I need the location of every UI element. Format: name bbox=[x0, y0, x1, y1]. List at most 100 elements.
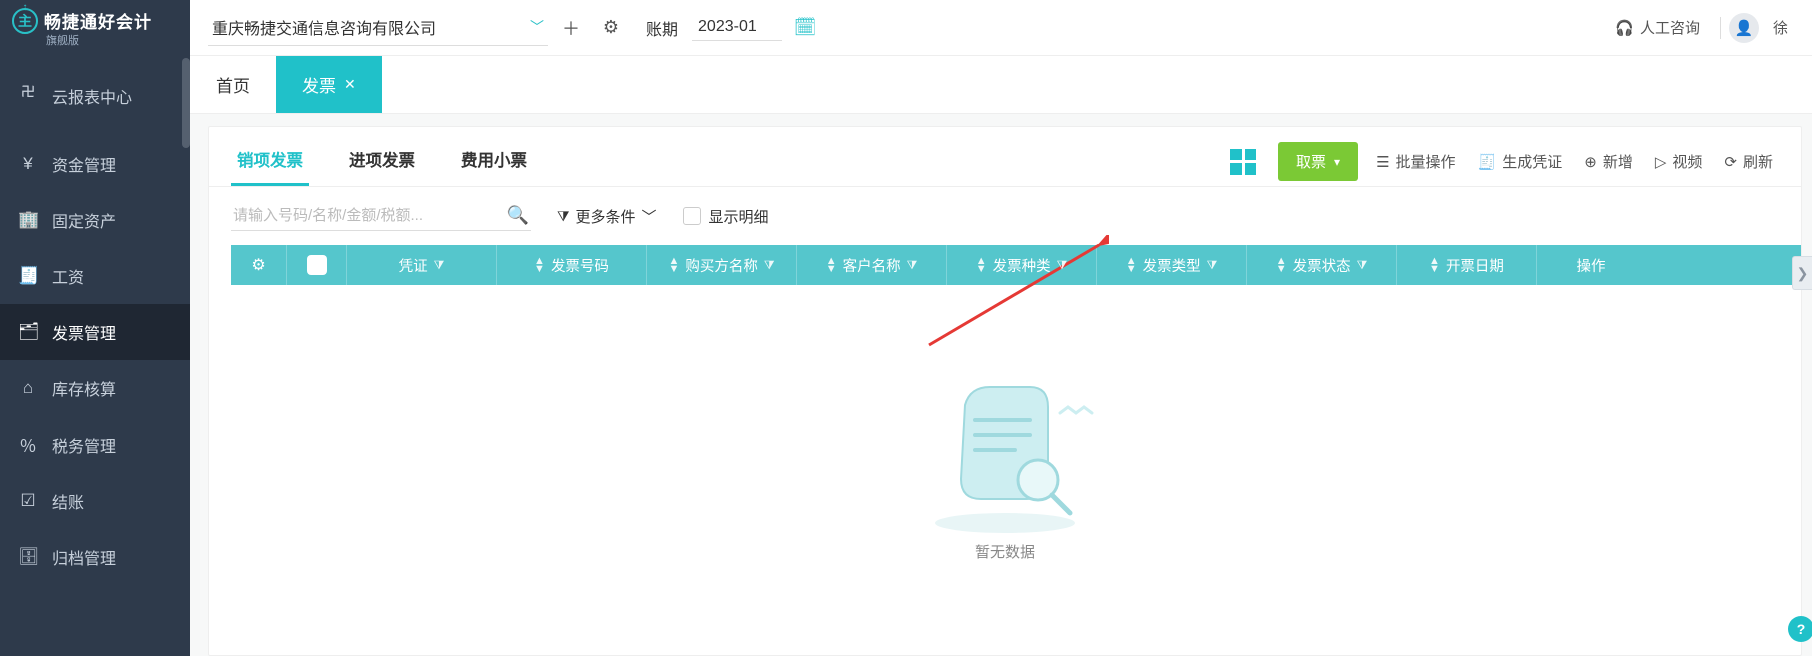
sidebar-item-tax[interactable]: ％ 税务管理 bbox=[0, 416, 190, 473]
support-label: 人工咨询 bbox=[1640, 17, 1700, 38]
gear-icon[interactable]: ⚙ bbox=[594, 11, 628, 45]
sort-icon[interactable]: ▲▼ bbox=[1126, 257, 1137, 273]
money-icon: ¥ bbox=[18, 154, 38, 174]
brand-name: 畅捷通好会计 bbox=[44, 8, 152, 33]
th-settings[interactable]: ⚙ bbox=[231, 245, 287, 285]
sort-icon[interactable]: ▲▼ bbox=[1429, 257, 1440, 273]
search-icon[interactable]: 🔍 bbox=[507, 205, 529, 226]
calendar-icon[interactable]: 🗓 bbox=[788, 11, 822, 45]
filter-icon[interactable]: ⧩ bbox=[1057, 258, 1068, 273]
sidebar-item-label: 工资 bbox=[52, 264, 84, 288]
search-box[interactable]: 🔍 bbox=[231, 201, 531, 231]
th-customer[interactable]: ▲▼ 客户名称 ⧩ bbox=[797, 245, 947, 285]
sort-icon[interactable]: ▲▼ bbox=[976, 257, 987, 273]
sidebar-item-archive[interactable]: 🗄 归档管理 bbox=[0, 529, 190, 585]
th-voucher[interactable]: 凭证 ⧩ bbox=[347, 245, 497, 285]
tab-label: 发票 bbox=[302, 72, 336, 97]
filter-icon[interactable]: ⧩ bbox=[1207, 258, 1218, 273]
brand-subtitle: 旗舰版 bbox=[46, 32, 79, 48]
sidebar-scrollbar[interactable] bbox=[182, 58, 190, 148]
filter-icon[interactable]: ⧩ bbox=[907, 258, 918, 273]
sidebar-item-assets[interactable]: 🏢 固定资产 bbox=[0, 192, 190, 248]
help-bubble[interactable]: ? bbox=[1788, 616, 1812, 642]
user-menu[interactable]: 👤 徐 bbox=[1729, 13, 1788, 43]
th-type[interactable]: ▲▼ 发票类型 ⧩ bbox=[1097, 245, 1247, 285]
sidebar-item-reports[interactable]: ࿖ 云报表中心 bbox=[0, 56, 190, 136]
th-date[interactable]: ▲▼ 开票日期 bbox=[1397, 245, 1537, 285]
sidebar-item-inventory[interactable]: ⌂ 库存核算 bbox=[0, 360, 190, 416]
checkbox-icon[interactable] bbox=[307, 255, 327, 275]
period-value[interactable]: 2023-01 bbox=[692, 14, 782, 41]
sidebar-item-label: 税务管理 bbox=[52, 433, 116, 457]
collapse-handle[interactable]: ❯ bbox=[1792, 256, 1812, 290]
refresh-icon: ⟳ bbox=[1724, 153, 1737, 171]
sort-icon[interactable]: ▲▼ bbox=[534, 257, 545, 273]
th-invoice-no[interactable]: ▲▼ 发票号码 bbox=[497, 245, 647, 285]
sidebar-item-salary[interactable]: 🧾 工资 bbox=[0, 248, 190, 304]
add-button[interactable]: ⊕ 新增 bbox=[1584, 151, 1633, 172]
button-label: 新增 bbox=[1603, 151, 1633, 172]
video-button[interactable]: ▷ 视频 bbox=[1655, 151, 1703, 172]
sidebar-item-funds[interactable]: ¥ 资金管理 bbox=[0, 136, 190, 192]
gen-voucher-button[interactable]: 🧾 生成凭证 bbox=[1478, 151, 1563, 172]
th-buyer[interactable]: ▲▼ 购买方名称 ⧩ bbox=[647, 245, 797, 285]
sort-icon[interactable]: ▲▼ bbox=[668, 257, 679, 273]
th-kind[interactable]: ▲▼ 发票种类 ⧩ bbox=[947, 245, 1097, 285]
refresh-button[interactable]: ⟳ 刷新 bbox=[1724, 151, 1773, 172]
home-icon: ⌂ bbox=[18, 378, 38, 398]
top-bar: 主 畅捷通好会计 旗舰版 重庆畅捷交通信息咨询有限公司 ﹀ ＋ ⚙ 账期 202… bbox=[0, 0, 1812, 56]
sidebar-item-label: 发票管理 bbox=[52, 320, 116, 344]
subtab-receipt[interactable]: 费用小票 bbox=[455, 137, 533, 186]
funnel-icon: ⧩ bbox=[557, 208, 570, 225]
divider bbox=[1720, 17, 1721, 39]
sidebar: ࿖ 云报表中心 ¥ 资金管理 🏢 固定资产 🧾 工资 🗂 发票管理 ⌂ 库存核算… bbox=[0, 56, 190, 656]
more-filter[interactable]: ⧩ 更多条件 ﹀ bbox=[557, 206, 657, 227]
th-op: 操作 bbox=[1537, 245, 1645, 285]
subtab-purchase[interactable]: 进项发票 bbox=[343, 137, 421, 186]
button-label: 生成凭证 bbox=[1502, 151, 1562, 172]
button-label: 视频 bbox=[1672, 151, 1702, 172]
table-header: ⚙ 凭证 ⧩ ▲▼ 发票号码 ▲▼ 购买方名称 bbox=[231, 245, 1801, 285]
plus-circle-icon: ⊕ bbox=[1584, 153, 1597, 171]
main-area: 首页 发票 ✕ 销项发票 进项发票 费用小票 取票 ▾ bbox=[190, 56, 1812, 656]
empty-illustration-icon bbox=[910, 375, 1100, 535]
sidebar-item-close[interactable]: ☑ 结账 bbox=[0, 473, 190, 529]
checkbox-icon[interactable] bbox=[683, 207, 701, 225]
search-input[interactable] bbox=[233, 207, 507, 224]
th-label: 发票号码 bbox=[551, 255, 609, 276]
filter-icon[interactable]: ⧩ bbox=[764, 258, 775, 273]
archive-icon: 🗄 bbox=[18, 547, 38, 567]
content-card: 销项发票 进项发票 费用小票 取票 ▾ ☰ 批量操作 🧾 生成凭证 bbox=[208, 126, 1802, 656]
show-detail-toggle[interactable]: 显示明细 bbox=[683, 206, 769, 227]
sort-icon[interactable]: ▲▼ bbox=[1276, 257, 1287, 273]
qr-icon[interactable] bbox=[1230, 149, 1256, 175]
list-icon: ☰ bbox=[1376, 153, 1389, 171]
filter-icon[interactable]: ⧩ bbox=[1357, 258, 1368, 273]
filter-icon[interactable]: ⧩ bbox=[434, 258, 445, 273]
th-label: 客户名称 bbox=[843, 255, 901, 276]
th-status[interactable]: ▲▼ 发票状态 ⧩ bbox=[1247, 245, 1397, 285]
tab-invoice[interactable]: 发票 ✕ bbox=[276, 56, 382, 113]
batch-button[interactable]: ☰ 批量操作 bbox=[1376, 151, 1455, 172]
th-checkbox[interactable] bbox=[287, 245, 347, 285]
empty-text: 暂无数据 bbox=[975, 541, 1035, 562]
sort-icon[interactable]: ▲▼ bbox=[826, 257, 837, 273]
th-label: 发票状态 bbox=[1293, 255, 1351, 276]
avatar-icon: 👤 bbox=[1729, 13, 1759, 43]
more-filter-label: 更多条件 bbox=[576, 206, 636, 227]
sidebar-item-label: 归档管理 bbox=[52, 545, 116, 569]
empty-state: 暂无数据 bbox=[209, 285, 1801, 655]
gear-icon: ⚙ bbox=[251, 255, 265, 275]
th-label: 发票种类 bbox=[993, 255, 1051, 276]
support-link[interactable]: 🎧 人工咨询 bbox=[1615, 17, 1700, 38]
fetch-invoice-button[interactable]: 取票 ▾ bbox=[1278, 142, 1358, 181]
check-icon: ☑ bbox=[18, 491, 38, 511]
sidebar-item-invoice[interactable]: 🗂 发票管理 bbox=[0, 304, 190, 360]
period-label: 账期 bbox=[646, 16, 678, 40]
tab-home[interactable]: 首页 bbox=[190, 56, 276, 113]
close-icon[interactable]: ✕ bbox=[344, 76, 356, 93]
user-name: 徐 bbox=[1773, 17, 1788, 38]
add-icon[interactable]: ＋ bbox=[554, 11, 588, 45]
subtab-sales[interactable]: 销项发票 bbox=[231, 137, 309, 186]
company-select[interactable]: 重庆畅捷交通信息咨询有限公司 ﹀ bbox=[208, 9, 548, 46]
